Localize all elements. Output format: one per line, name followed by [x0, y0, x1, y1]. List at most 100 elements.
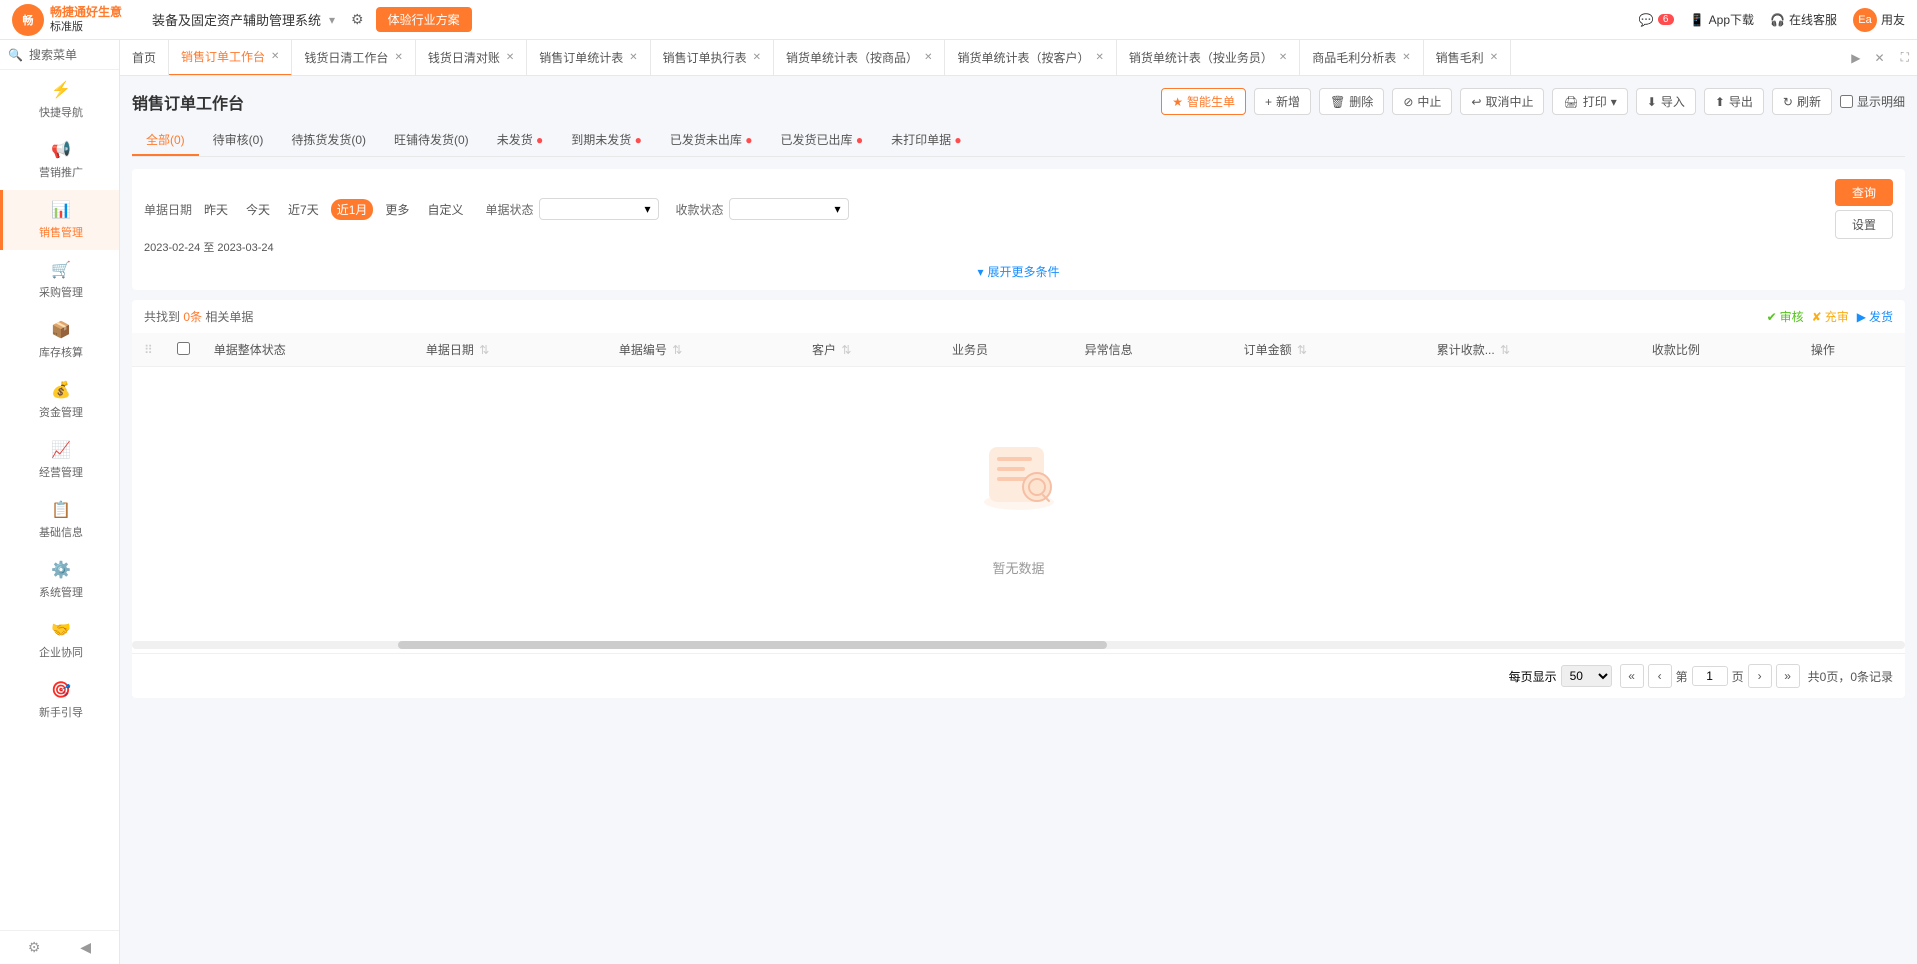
message-button[interactable]: 💬 6: [1639, 13, 1674, 27]
tab-sales-order-stat[interactable]: 销售订单统计表 ✕: [527, 40, 650, 76]
tab-close-all[interactable]: ✕: [1867, 40, 1893, 76]
sidebar-item-enterprise[interactable]: 🤝 企业协同: [0, 610, 119, 670]
sub-tab-wangpu[interactable]: 旺铺待发货(0): [380, 125, 483, 156]
show-detail-toggle[interactable]: 显示明细: [1840, 93, 1905, 110]
audit-button[interactable]: ✔ 审核: [1767, 308, 1804, 325]
date-7days[interactable]: 近7天: [282, 199, 325, 220]
date-yesterday[interactable]: 昨天: [198, 199, 234, 220]
delete-button[interactable]: 🗑 删除: [1319, 88, 1384, 115]
tab-close-sales-exec[interactable]: ✕: [753, 52, 761, 63]
industry-button[interactable]: 体验行业方案: [376, 7, 472, 32]
prev-page-button[interactable]: ‹: [1648, 664, 1672, 688]
tab-sales-exec[interactable]: 销售订单执行表 ✕: [651, 40, 774, 76]
tab-cash-reconcile[interactable]: 钱货日清对账 ✕: [416, 40, 527, 76]
stop-button[interactable]: ⊘ 中止: [1392, 88, 1452, 115]
tab-sales-staff-stat[interactable]: 销货单统计表（按业务员） ✕: [1117, 40, 1300, 76]
col-amount[interactable]: 订单金额 ⇅: [1232, 333, 1425, 367]
sidebar-item-purchase[interactable]: 🛒 采购管理: [0, 250, 119, 310]
collapse-icon[interactable]: ◀: [80, 939, 91, 956]
system-dropdown-arrow[interactable]: ▾: [329, 13, 335, 27]
gear-icon[interactable]: ⚙: [351, 11, 364, 28]
first-page-button[interactable]: «: [1620, 664, 1644, 688]
tab-close-sales-order[interactable]: ✕: [271, 51, 279, 62]
sidebar-item-basic[interactable]: 📋 基础信息: [0, 490, 119, 550]
last-page-button[interactable]: »: [1776, 664, 1800, 688]
finance-icon: 💰: [51, 380, 71, 400]
sidebar-item-quick-nav[interactable]: ⚡ 快捷导航: [0, 70, 119, 130]
tab-close-sales-order-stat[interactable]: ✕: [629, 52, 637, 63]
sidebar-item-operation[interactable]: 📈 经营管理: [0, 430, 119, 490]
import-button[interactable]: ⬇ 导入: [1636, 88, 1696, 115]
tab-home[interactable]: 首页: [120, 40, 169, 76]
date-1month[interactable]: 近1月: [331, 199, 374, 220]
sub-tab-all[interactable]: 全部(0): [132, 125, 199, 156]
col-date[interactable]: 单据日期 ⇅: [414, 333, 607, 367]
sidebar-item-marketing[interactable]: 📢 营销推广: [0, 130, 119, 190]
date-custom[interactable]: 自定义: [421, 199, 469, 220]
tab-close-product-margin[interactable]: ✕: [1402, 52, 1410, 63]
date-today[interactable]: 今天: [240, 199, 276, 220]
tab-maximize[interactable]: ⛶: [1893, 40, 1917, 76]
tab-sales-more[interactable]: 销售毛利 ✕: [1424, 40, 1511, 76]
next-page-button[interactable]: ›: [1748, 664, 1772, 688]
tab-close-cash-daily[interactable]: ✕: [394, 52, 402, 63]
sidebar-item-guide[interactable]: 🎯 新手引导: [0, 670, 119, 730]
tab-close-sales-staff-stat[interactable]: ✕: [1279, 52, 1287, 63]
sidebar-item-inventory[interactable]: 📦 库存核算: [0, 310, 119, 370]
app-download-button[interactable]: 📱 App下载: [1690, 11, 1754, 28]
online-service-button[interactable]: 🎧 在线客服: [1770, 11, 1837, 28]
sub-tab-not-printed[interactable]: 未打印单据 ●: [877, 125, 976, 156]
tab-sales-product-stat[interactable]: 销货单统计表（按商品） ✕: [774, 40, 945, 76]
import-icon: ⬇: [1647, 95, 1657, 109]
tab-close-cash-reconcile[interactable]: ✕: [506, 52, 514, 63]
not-shipped-badge: ●: [536, 133, 543, 147]
select-all-checkbox[interactable]: [177, 342, 190, 355]
status-label: 单据状态: [485, 201, 533, 218]
settings-bottom-icon[interactable]: ⚙: [28, 939, 41, 956]
col-customer[interactable]: 客户 ⇅: [800, 333, 940, 367]
date-filter: 单据日期 昨天 今天 近7天 近1月 更多 自定义: [144, 199, 469, 220]
sub-tab-shipped-out[interactable]: 已发货已出库 ●: [766, 125, 877, 156]
system-icon: ⚙️: [51, 560, 71, 580]
date-more[interactable]: 更多: [379, 199, 415, 220]
sub-tab-shipped-not-out[interactable]: 已发货未出库 ●: [656, 125, 767, 156]
sub-tab-pending-review[interactable]: 待审核(0): [199, 125, 278, 156]
export-button[interactable]: ⬆ 导出: [1704, 88, 1764, 115]
sidebar-search[interactable]: 🔍 搜索菜单: [0, 40, 119, 70]
payment-select[interactable]: ▾: [729, 198, 849, 220]
page-number-input[interactable]: [1692, 666, 1728, 686]
refresh-button[interactable]: ↻ 刷新: [1772, 88, 1832, 115]
send-button[interactable]: ▶ 发货: [1857, 308, 1893, 325]
query-button[interactable]: 查询: [1835, 179, 1893, 206]
sub-tab-pending-check[interactable]: 待拣货发货(0): [277, 125, 380, 156]
sidebar-item-system[interactable]: ⚙️ 系统管理: [0, 550, 119, 610]
cancel-audit-button[interactable]: ✘ 充审: [1812, 308, 1849, 325]
set-button[interactable]: 设置: [1835, 210, 1893, 239]
user-menu-button[interactable]: Ea 用友: [1853, 8, 1905, 32]
tab-close-sales-product-stat[interactable]: ✕: [924, 52, 932, 63]
expand-filter-button[interactable]: ▾ 展开更多条件: [144, 263, 1893, 280]
tab-nav-right[interactable]: ▶: [1845, 40, 1866, 76]
checkbox-header[interactable]: [165, 333, 202, 367]
tab-product-margin[interactable]: 商品毛利分析表 ✕: [1300, 40, 1423, 76]
tab-sales-order[interactable]: 销售订单工作台 ✕: [169, 40, 292, 76]
cancel-stop-button[interactable]: ↩ 取消中止: [1460, 88, 1544, 115]
print-button[interactable]: 🖨 打印 ▾: [1552, 88, 1627, 115]
status-select[interactable]: ▾: [539, 198, 659, 220]
tab-cash-daily[interactable]: 钱货日清工作台 ✕: [292, 40, 415, 76]
col-number[interactable]: 单据编号 ⇅: [607, 333, 800, 367]
sidebar-item-finance[interactable]: 💰 资金管理: [0, 370, 119, 430]
new-button[interactable]: + 新增: [1254, 88, 1311, 115]
sub-tab-overdue-unship[interactable]: 到期未发货 ●: [557, 125, 656, 156]
show-detail-checkbox[interactable]: [1840, 95, 1853, 108]
col-staff: 业务员: [940, 333, 1073, 367]
col-collected[interactable]: 累计收款... ⇅: [1425, 333, 1640, 367]
tab-close-sales-more[interactable]: ✕: [1490, 52, 1498, 63]
tab-close-sales-customer-stat[interactable]: ✕: [1095, 52, 1103, 63]
tab-sales-customer-stat[interactable]: 销货单统计表（按客户） ✕: [945, 40, 1116, 76]
sub-tab-not-shipped[interactable]: 未发货 ●: [483, 125, 558, 156]
horizontal-scroll[interactable]: [132, 641, 1905, 649]
smart-create-button[interactable]: ★ 智能生单: [1161, 88, 1246, 115]
sidebar-item-sales[interactable]: 📊 销售管理: [0, 190, 119, 250]
page-size-dropdown[interactable]: 50 100 200: [1561, 665, 1612, 687]
